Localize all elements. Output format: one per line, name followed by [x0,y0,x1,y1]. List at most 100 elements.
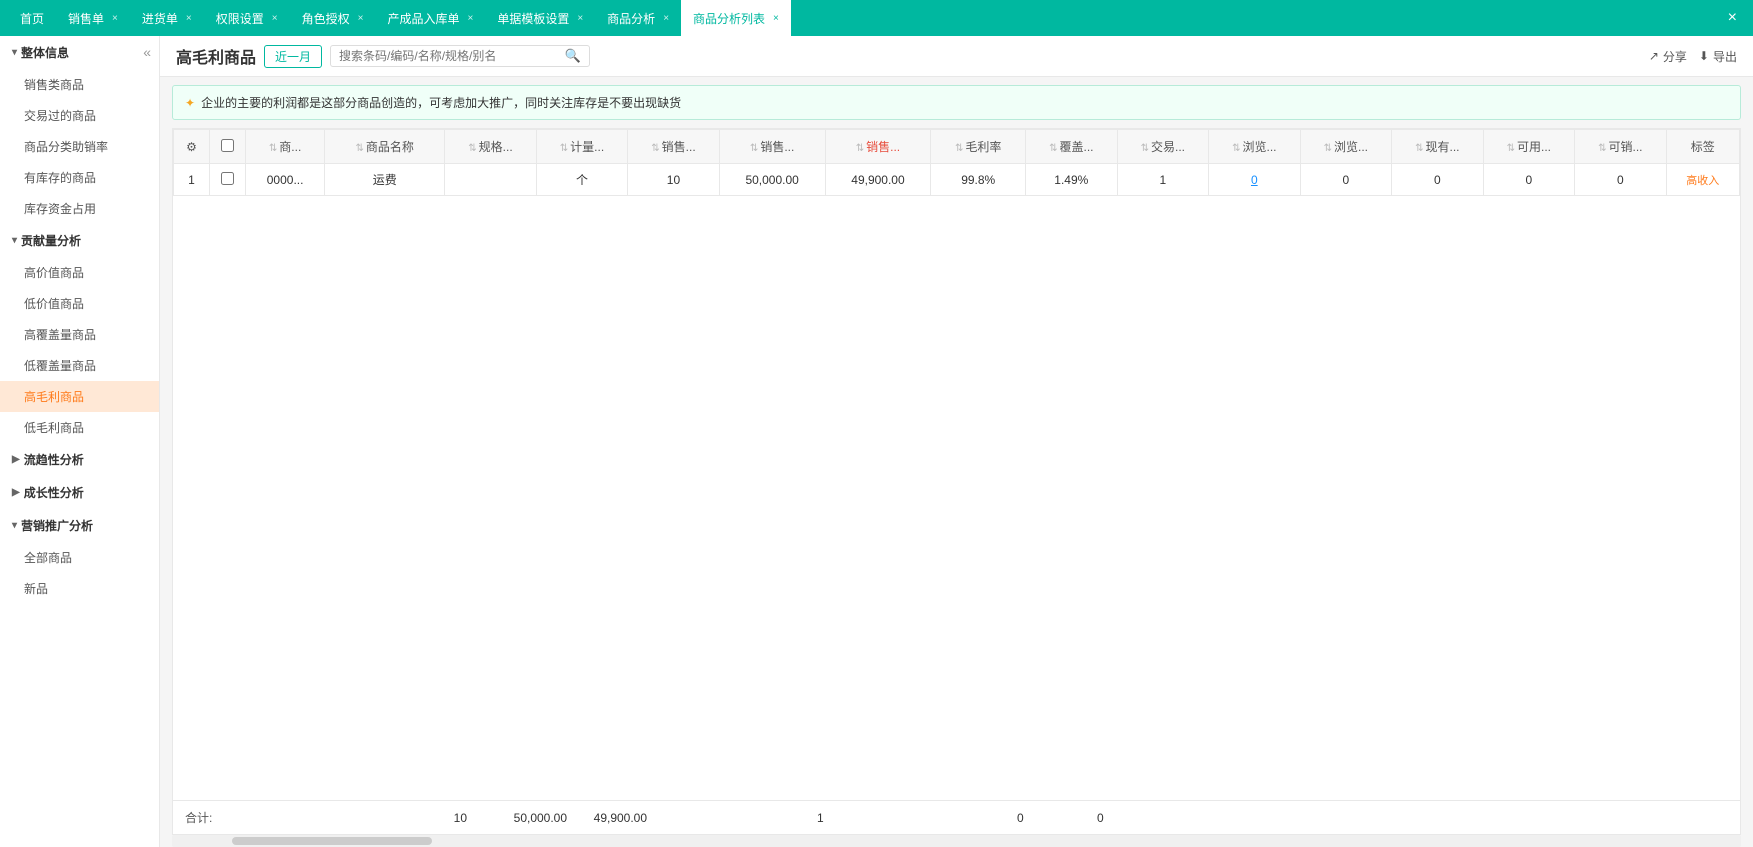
sidebar-item-sales-goods[interactable]: 销售类商品 [0,69,159,100]
sidebar-item-high-coverage[interactable]: 高覆盖量商品 [0,319,159,350]
sidebar-group-trend[interactable]: ▶ 流趋性分析 [0,443,159,476]
nav-tab-product[interactable]: 产成品入库单 × [375,0,485,36]
sidebar-item-low-value[interactable]: 低价值商品 [0,288,159,319]
footer-sales1: 10 [420,811,500,825]
col-sales3[interactable]: ⇅销售... [825,130,931,164]
sidebar-item-traded-goods[interactable]: 交易过的商品 [0,100,159,131]
sidebar-group-marketing[interactable]: ▾ 营销推广分析 [0,509,159,542]
col-browse1[interactable]: ⇅浏览... [1209,130,1301,164]
col-tag: 标签 [1666,130,1739,164]
nav-tab-sales[interactable]: 销售单 × [56,0,130,36]
search-input[interactable] [339,49,565,63]
cell-name: 运费 [325,164,445,196]
cell-checkbox [210,164,246,196]
cell-saleable: 0 [1575,164,1667,196]
sidebar-item-low-coverage[interactable]: 低覆盖量商品 [0,350,159,381]
page-title: 高毛利商品 [176,44,256,68]
cell-transaction: 1 [1117,164,1209,196]
sidebar-group-overview[interactable]: ▾ 整体信息 [0,36,159,69]
close-icon[interactable]: × [467,13,473,24]
table-header-row: ⚙ ⇅商... ⇅商品名称 ⇅规格... ⇅计量... ⇅销售... ⇅销售..… [174,130,1740,164]
data-table: ⚙ ⇅商... ⇅商品名称 ⇅规格... ⇅计量... ⇅销售... ⇅销售..… [173,129,1740,196]
cell-available: 0 [1483,164,1575,196]
footer-current-stock: 0 [980,811,1060,825]
close-icon[interactable]: × [773,13,779,24]
share-button[interactable]: ↗ 分享 [1649,48,1687,65]
footer-label: 合计: [185,809,212,826]
cell-gross-rate: 99.8% [931,164,1026,196]
chevron-down-icon: ▾ [12,235,17,246]
footer-transaction: 1 [780,811,860,825]
nav-tab-home[interactable]: 首页 [8,0,56,36]
nav-tab-analysis-list[interactable]: 商品分析列表 × [681,0,791,36]
scrollbar-thumb[interactable] [232,837,432,845]
info-icon: ✦ [185,96,195,110]
col-current-stock[interactable]: ⇅现有... [1392,130,1484,164]
sidebar: « ▾ 整体信息 销售类商品 交易过的商品 商品分类助销率 有库存的商品 库存资… [0,36,160,847]
sidebar-item-new-goods[interactable]: 新品 [0,573,159,604]
col-code[interactable]: ⇅商... [246,130,325,164]
export-button[interactable]: ⬇ 导出 [1699,48,1737,65]
row-checkbox[interactable] [221,172,234,185]
col-settings[interactable]: ⚙ [174,130,210,164]
table-row: 1 0000... 运费 个 10 50,000.00 49,900.00 99… [174,164,1740,196]
select-all-checkbox[interactable] [221,139,234,152]
close-icon[interactable]: × [577,13,583,24]
col-name[interactable]: ⇅商品名称 [325,130,445,164]
content-header: 高毛利商品 近一月 🔍 ↗ 分享 ⬇ 导出 [160,36,1753,77]
chevron-down-icon: ▾ [12,47,17,58]
cell-spec [445,164,537,196]
main-layout: « ▾ 整体信息 销售类商品 交易过的商品 商品分类助销率 有库存的商品 库存资… [0,36,1753,847]
col-checkbox [210,130,246,164]
close-icon[interactable]: × [186,13,192,24]
sidebar-item-high-value[interactable]: 高价值商品 [0,257,159,288]
col-transaction[interactable]: ⇅交易... [1117,130,1209,164]
col-browse2[interactable]: ⇅浏览... [1300,130,1392,164]
sidebar-item-all-goods[interactable]: 全部商品 [0,542,159,573]
col-spec[interactable]: ⇅规格... [445,130,537,164]
table-footer: 合计: 10 50,000.00 49,900.00 1 0 0 [172,801,1741,835]
col-available[interactable]: ⇅可用... [1483,130,1575,164]
col-sales2[interactable]: ⇅销售... [719,130,825,164]
export-icon: ⬇ [1699,49,1709,63]
time-filter-button[interactable]: 近一月 [264,45,322,68]
search-input-wrap: 🔍 [330,45,590,67]
sidebar-item-category-rate[interactable]: 商品分类助销率 [0,131,159,162]
sidebar-item-low-margin[interactable]: 低毛利商品 [0,412,159,443]
sidebar-collapse-button[interactable]: « [143,44,151,60]
sidebar-item-stock-funds[interactable]: 库存资金占用 [0,193,159,224]
sidebar-group-growth[interactable]: ▶ 成长性分析 [0,476,159,509]
nav-tab-template[interactable]: 单据模板设置 × [485,0,595,36]
nav-tab-analysis[interactable]: 商品分析 × [595,0,681,36]
col-sales1[interactable]: ⇅销售... [628,130,720,164]
col-unit[interactable]: ⇅计量... [536,130,628,164]
sidebar-item-high-margin[interactable]: 高毛利商品 [0,381,159,412]
nav-tab-permissions[interactable]: 权限设置 × [204,0,290,36]
tag-badge: 高收入 [1686,175,1719,187]
nav-tab-purchase[interactable]: 进货单 × [130,0,204,36]
sidebar-item-in-stock[interactable]: 有库存的商品 [0,162,159,193]
share-icon: ↗ [1649,49,1659,63]
content-area: 高毛利商品 近一月 🔍 ↗ 分享 ⬇ 导出 ✦ 企业的主要的利润都是这部分商品创… [160,36,1753,847]
footer-sales3: 49,900.00 [580,811,660,825]
nav-tab-role[interactable]: 角色授权 × [290,0,376,36]
close-icon[interactable]: × [358,13,364,24]
browse-link[interactable]: 0 [1251,173,1258,187]
col-saleable[interactable]: ⇅可销... [1575,130,1667,164]
close-icon[interactable]: × [663,13,669,24]
cell-sales1: 10 [628,164,720,196]
horizontal-scrollbar[interactable] [172,835,1741,847]
chevron-right-icon: ▶ [12,487,20,498]
close-icon[interactable]: × [272,13,278,24]
cell-browse1[interactable]: 0 [1209,164,1301,196]
chevron-right-icon: ▶ [12,454,20,465]
cell-tag: 高收入 [1666,164,1739,196]
cell-code[interactable]: 0000... [246,164,325,196]
col-coverage[interactable]: ⇅覆盖... [1026,130,1118,164]
cell-browse2: 0 [1300,164,1392,196]
close-icon[interactable]: × [112,13,118,24]
sidebar-group-contribution[interactable]: ▾ 贡献量分析 [0,224,159,257]
top-nav: 首页 销售单 × 进货单 × 权限设置 × 角色授权 × 产成品入库单 × 单据… [0,0,1753,36]
col-gross-rate[interactable]: ⇅毛利率 [931,130,1026,164]
close-all-button[interactable]: × [1720,9,1745,27]
